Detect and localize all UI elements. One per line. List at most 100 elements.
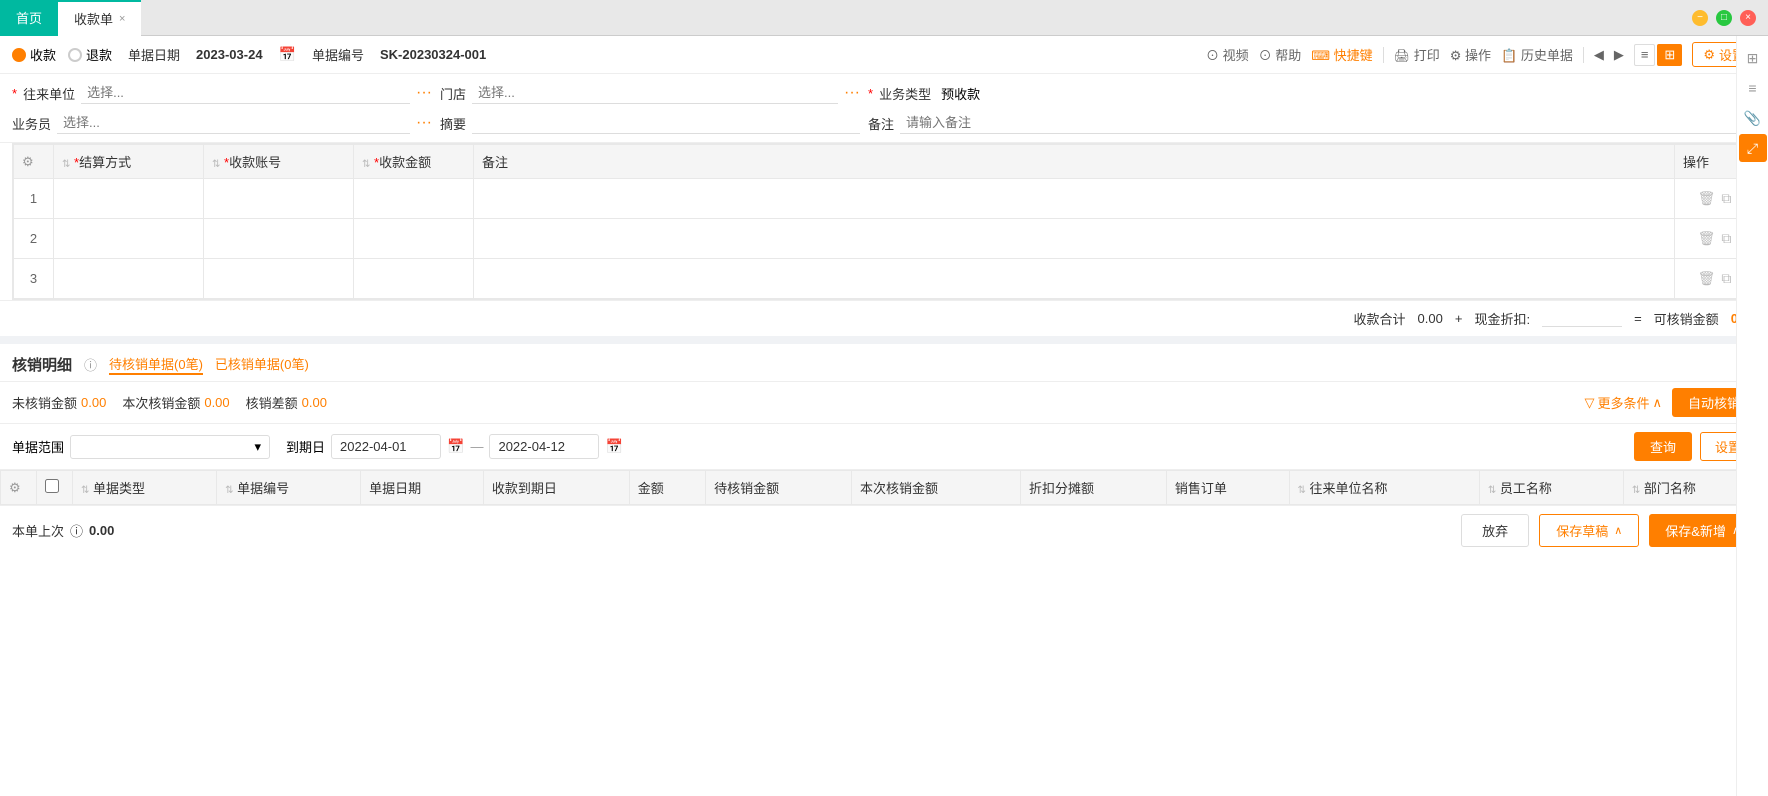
row-remark[interactable] — [474, 179, 1675, 219]
save-draft-arrow[interactable]: ∧ — [1614, 524, 1622, 537]
row-num: 1 — [14, 179, 54, 219]
maximize-button[interactable]: □ — [1716, 10, 1732, 26]
row-account-no[interactable] — [204, 179, 354, 219]
action-print[interactable]: 🖨 打印 — [1394, 45, 1440, 64]
tab-pending[interactable]: 待核销单据(0笔) — [109, 354, 203, 375]
net-label: 可核销金额 — [1654, 309, 1719, 328]
window-controls: − □ × — [1692, 10, 1768, 26]
row-amount[interactable] — [354, 179, 474, 219]
date-end-calendar-icon[interactable]: 📅 — [605, 438, 622, 455]
close-button[interactable]: × — [1740, 10, 1756, 26]
row-account-no[interactable] — [204, 219, 354, 259]
action-shortcut[interactable]: ⌨ 快捷键 — [1311, 45, 1372, 64]
salesperson-more-btn[interactable]: ··· — [416, 114, 432, 132]
radio-refund[interactable]: 退款 — [68, 45, 112, 64]
salesperson-input[interactable] — [57, 112, 410, 134]
copy-icon[interactable]: ⧉ — [1721, 230, 1731, 247]
summary-row: 收款合计 0.00 + 现金折扣: = 可核销金额 0.00 — [0, 300, 1768, 336]
view-list-btn[interactable]: ≡ — [1634, 44, 1656, 66]
row-remark[interactable] — [474, 259, 1675, 299]
scope-dropdown[interactable]: ▾ — [70, 435, 270, 459]
sidebar-table-icon[interactable]: ⊞ — [1739, 44, 1767, 72]
row-settle-method[interactable] — [54, 259, 204, 299]
counterpart-input[interactable] — [81, 82, 410, 104]
col-gear[interactable]: ⚙ — [14, 145, 54, 179]
tab-receipt[interactable]: 收款单 × — [58, 0, 141, 36]
note-input[interactable] — [900, 112, 1756, 134]
action-video[interactable]: ⊙ 视频 — [1206, 45, 1249, 64]
copy-icon[interactable]: ⧉ — [1721, 270, 1731, 287]
tab-home[interactable]: 首页 — [0, 0, 58, 36]
delete-icon[interactable]: 🗑 — [1698, 190, 1716, 207]
reconcile-title: 核销明细 — [12, 354, 72, 375]
action-history[interactable]: 📋 历史单据 — [1501, 45, 1573, 64]
col-current-amount: 本次核销金额 — [852, 471, 1021, 505]
row-account-no[interactable] — [204, 259, 354, 299]
counterpart-more-btn[interactable]: ··· — [416, 84, 432, 102]
shop-more-btn[interactable]: ··· — [844, 84, 860, 102]
prev-label: 本单上次 — [12, 521, 64, 540]
sidebar-expand-icon[interactable]: ⤢ — [1739, 134, 1767, 162]
nav-next[interactable]: ▶ — [1614, 47, 1624, 63]
top-bar: 收款 退款 单据日期 2023-03-24 📅 单据编号 SK-20230324… — [0, 36, 1768, 74]
query-btn[interactable]: 查询 — [1634, 432, 1692, 461]
info-icon[interactable]: ⓘ — [84, 355, 97, 374]
date-end-input[interactable] — [489, 434, 599, 459]
shop-input[interactable] — [472, 82, 838, 104]
delete-icon[interactable]: 🗑 — [1698, 270, 1716, 287]
remark-input[interactable] — [472, 112, 860, 134]
minimize-button[interactable]: − — [1692, 10, 1708, 26]
col-checkbox[interactable] — [37, 471, 73, 505]
save-new-label: 保存&新增 — [1665, 521, 1726, 540]
radio-group: 收款 退款 — [12, 45, 112, 64]
due-date-label: 到期日 — [286, 437, 325, 456]
top-actions: ⊙ 视频 ⊙ 帮助 ⌨ 快捷键 🖨 打印 ⚙ 操作 📋 历史单据 ◀ ▶ ≡ ⊞… — [1206, 42, 1756, 67]
gear-icon[interactable]: ⚙ — [22, 154, 34, 169]
shop-field: 门店 ··· — [440, 82, 860, 104]
settings-gear-icon: ⚙ — [1703, 47, 1715, 63]
abandon-btn[interactable]: 放弃 — [1461, 514, 1529, 547]
business-type-value: 预收款 — [941, 84, 980, 103]
date-start-calendar-icon[interactable]: 📅 — [447, 438, 464, 455]
row-settle-method[interactable] — [54, 179, 204, 219]
info-icon-footer[interactable]: ⓘ — [70, 521, 83, 540]
sidebar-attach-icon[interactable]: 📎 — [1739, 104, 1767, 132]
remark-field: 摘要 — [440, 112, 860, 134]
radio-refund-label: 退款 — [86, 45, 112, 64]
view-grid-btn[interactable]: ⊞ — [1657, 44, 1682, 66]
radio-receipt[interactable]: 收款 — [12, 45, 56, 64]
sidebar-list-icon[interactable]: ≡ — [1739, 74, 1767, 102]
save-draft-btn[interactable]: 保存草稿 ∧ — [1539, 514, 1639, 547]
diff-value: 0.00 — [302, 395, 327, 410]
col-sales-order: 销售订单 — [1166, 471, 1289, 505]
row-remark[interactable] — [474, 219, 1675, 259]
bottom-table: ⚙ ⇅ 单据类型 ⇅ 单据编号 单据日期 收款到期日 金额 待核销金额 本次核销… — [0, 470, 1768, 505]
copy-icon[interactable]: ⧉ — [1721, 190, 1731, 207]
plus-sign: + — [1455, 311, 1463, 326]
action-operate[interactable]: ⚙ 操作 — [1450, 45, 1491, 64]
filter-bar: 未核销金额 0.00 本次核销金额 0.00 核销差额 0.00 ▽ 更多条件 … — [0, 382, 1768, 424]
row-amount[interactable] — [354, 219, 474, 259]
date-start-input[interactable] — [331, 434, 441, 459]
delete-icon[interactable]: 🗑 — [1698, 230, 1716, 247]
discount-input[interactable] — [1542, 311, 1622, 327]
nav-prev[interactable]: ◀ — [1594, 47, 1604, 63]
col-employee: ⇅ 员工名称 — [1479, 471, 1623, 505]
more-conditions-btn[interactable]: ▽ 更多条件 ∧ — [1584, 393, 1662, 412]
tab-done[interactable]: 已核销单据(0笔) — [215, 354, 309, 375]
row-amount[interactable] — [354, 259, 474, 299]
row-settle-method[interactable] — [54, 219, 204, 259]
calendar-icon[interactable]: 📅 — [279, 46, 296, 63]
prev-value: 0.00 — [89, 523, 114, 538]
counterpart-required: * — [12, 86, 17, 101]
radio-refund-dot — [68, 48, 82, 62]
select-all-checkbox[interactable] — [45, 479, 59, 493]
gear-icon-bottom[interactable]: ⚙ — [9, 480, 21, 495]
tab-receipt-close[interactable]: × — [119, 13, 125, 25]
current-item: 本次核销金额 0.00 — [122, 393, 229, 412]
footer: 本单上次 ⓘ 0.00 放弃 保存草稿 ∧ 保存&新增 ∧ — [0, 505, 1768, 555]
action-help[interactable]: ⊙ 帮助 — [1259, 45, 1302, 64]
bill-date-label: 单据日期 — [128, 45, 180, 64]
radio-receipt-label: 收款 — [30, 45, 56, 64]
col-gear-bottom[interactable]: ⚙ — [1, 471, 37, 505]
